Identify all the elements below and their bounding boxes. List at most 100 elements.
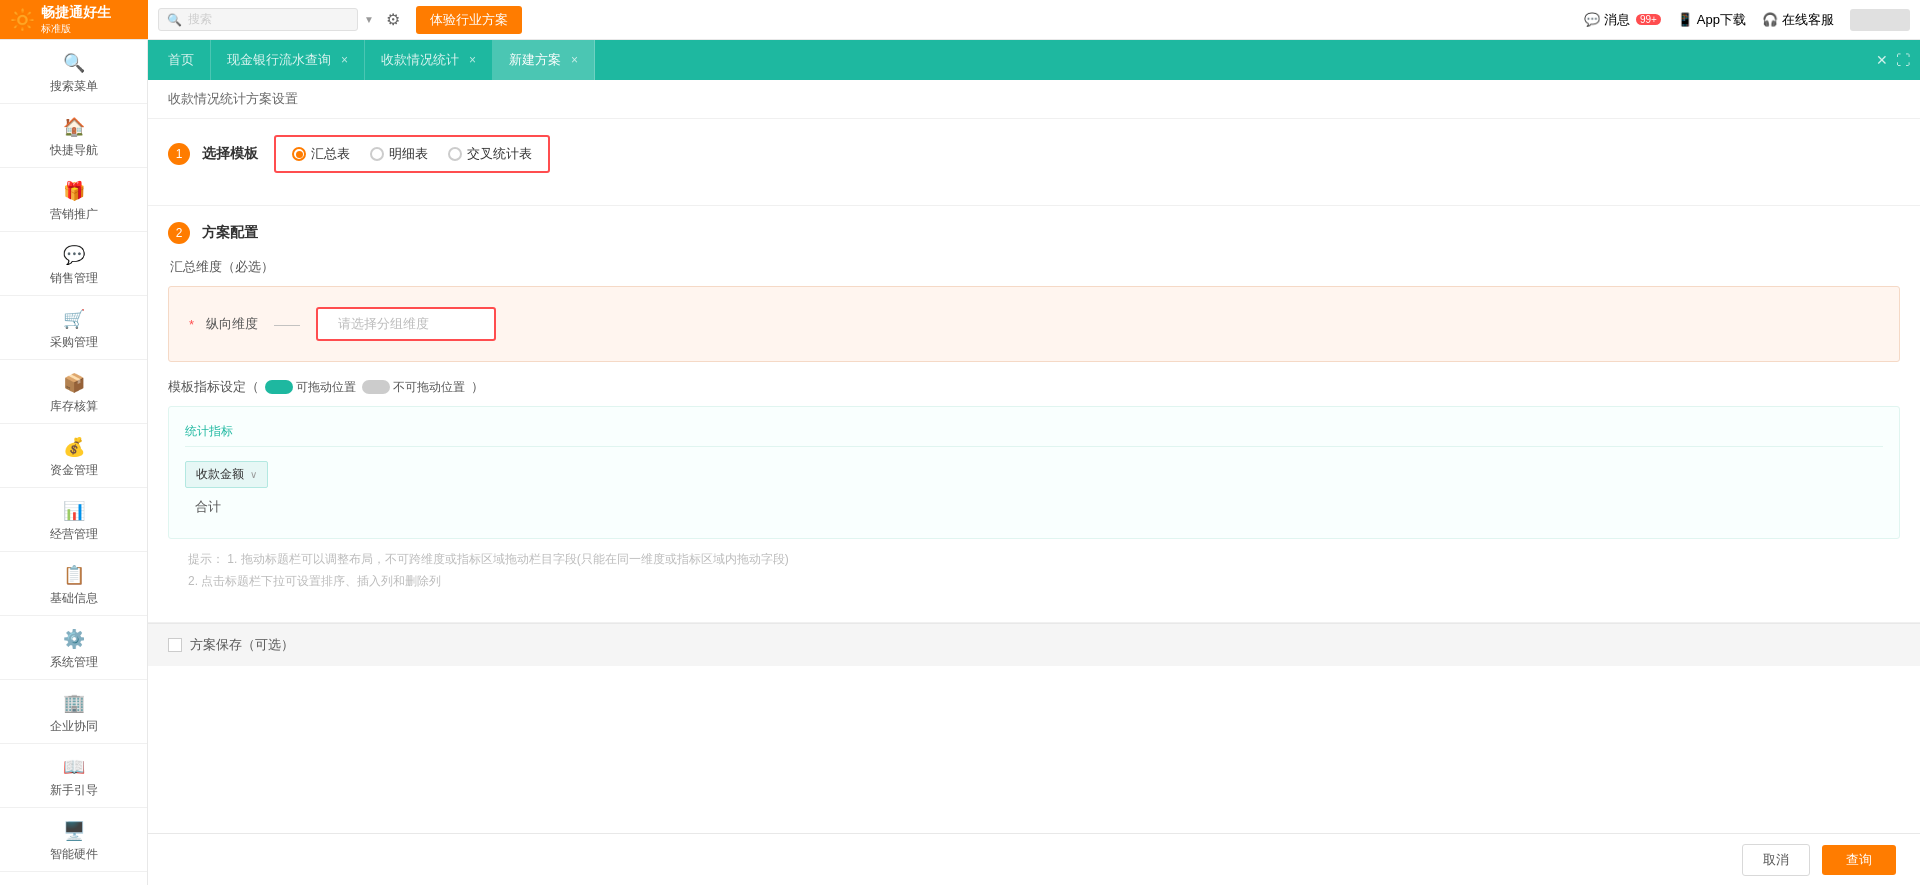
main-layout: 🔍 搜索菜单 🏠 快捷导航 🎁 营销推广 💬 销售管理 🛒 采购管理 📦 库存核… [0, 40, 1920, 885]
step1-circle: 1 [168, 143, 190, 165]
system-icon: ⚙️ [63, 628, 85, 650]
radio-cross[interactable]: 交叉统计表 [448, 145, 532, 163]
sidebar-item-enterprise[interactable]: 🏢 企业协同 [0, 680, 147, 744]
metric-tag-payment[interactable]: 收款金额 ∨ [185, 461, 268, 488]
metrics-hint-close: ） [471, 378, 484, 396]
sidebar-item-label: 采购管理 [50, 334, 98, 351]
search-bar[interactable]: 🔍 搜索 [158, 8, 358, 31]
toggle-fixed[interactable] [362, 380, 390, 394]
vertical-dimension-label: 纵向维度 [206, 315, 258, 333]
inventory-icon: 📦 [63, 372, 85, 394]
sidebar-item-wechat[interactable]: 💬 企业微信 [0, 872, 147, 885]
metric-total-row: 合计 [185, 492, 1883, 522]
service-icon: 🎧 [1762, 12, 1778, 27]
header-actions: 💬 消息 99+ 📱 App下载 🎧 在线客服 [1584, 9, 1910, 31]
download-label: App下载 [1697, 11, 1746, 29]
tab-expand-icon[interactable]: ⛶ [1896, 52, 1910, 68]
message-icon: 💬 [1584, 12, 1600, 27]
sidebar-item-label: 资金管理 [50, 462, 98, 479]
radio-dot-summary [292, 147, 306, 161]
app-download-button[interactable]: 📱 App下载 [1677, 11, 1746, 29]
tab-bar: 首页 现金银行流水查询 × 收款情况统计 × 新建方案 × ✕ ⛶ [148, 40, 1920, 80]
header-search: 🔍 搜索 ▼ ⚙ 体验行业方案 [158, 6, 1584, 34]
radio-summary[interactable]: 汇总表 [292, 145, 350, 163]
tip-line-1: 提示： 1. 拖动标题栏可以调整布局，不可跨维度或指标区域拖动栏目字段(只能在同… [188, 549, 1880, 571]
page-inner: 收款情况统计方案设置 1 选择模板 汇总表 [148, 80, 1920, 833]
finance-icon: 💰 [63, 436, 85, 458]
radio-dot-cross [448, 147, 462, 161]
sidebar-item-label: 搜索菜单 [50, 78, 98, 95]
sidebar-item-label: 系统管理 [50, 654, 98, 671]
toggle-movable[interactable] [265, 380, 293, 394]
bottom-bar: 取消 查询 [148, 833, 1920, 885]
tab-collection-stat[interactable]: 收款情况统计 × [365, 40, 493, 80]
messages-badge: 99+ [1636, 14, 1661, 25]
movable-label: 可拖动位置 [296, 379, 356, 396]
sidebar-item-finance[interactable]: 💰 资金管理 [0, 424, 147, 488]
metric-tag-row: 收款金额 ∨ [185, 457, 1883, 492]
operation-icon: 📊 [63, 500, 85, 522]
cancel-button[interactable]: 取消 [1742, 844, 1810, 876]
tab-bank-flow-close[interactable]: × [341, 53, 348, 67]
sidebar-item-marketing[interactable]: 🎁 营销推广 [0, 168, 147, 232]
trial-button[interactable]: 体验行业方案 [416, 6, 522, 34]
download-icon: 📱 [1677, 12, 1693, 27]
radio-group: 汇总表 明细表 交叉统计表 [292, 145, 532, 163]
quick-nav-icon: 🏠 [63, 116, 85, 138]
tab-collection-stat-label: 收款情况统计 [381, 51, 459, 69]
sidebar-item-system[interactable]: ⚙️ 系统管理 [0, 616, 147, 680]
fixed-label: 不可拖动位置 [393, 379, 465, 396]
radio-detail-label: 明细表 [389, 145, 428, 163]
dimension-select[interactable]: 请选择分组维度 [316, 307, 496, 341]
sidebar-item-quick-nav[interactable]: 🏠 快捷导航 [0, 104, 147, 168]
sidebar-item-search-menu[interactable]: 🔍 搜索菜单 [0, 40, 147, 104]
metrics-hint-row: 模板指标设定（ 可拖动位置 不可拖动位置 ） [168, 378, 1900, 396]
tab-close-icon[interactable]: ✕ [1876, 52, 1888, 68]
sales-icon: 💬 [63, 244, 85, 266]
fixed-hint: 不可拖动位置 [362, 379, 465, 396]
sidebar-item-purchase[interactable]: 🛒 采购管理 [0, 296, 147, 360]
gear-icon[interactable]: ⚙ [386, 10, 400, 29]
logo-icon: 🔆 [10, 8, 35, 32]
metrics-subtitle: 统计指标 [185, 423, 1883, 447]
total-label: 合计 [195, 498, 221, 516]
sidebar-item-label: 基础信息 [50, 590, 98, 607]
sidebar-item-inventory[interactable]: 📦 库存核算 [0, 360, 147, 424]
step1-section: 1 选择模板 汇总表 明细表 [148, 119, 1920, 205]
tab-home[interactable]: 首页 [148, 40, 211, 80]
step2-circle: 2 [168, 222, 190, 244]
online-service-button[interactable]: 🎧 在线客服 [1762, 11, 1834, 29]
save-label: 方案保存（可选） [190, 636, 294, 654]
tab-bank-flow[interactable]: 现金银行流水查询 × [211, 40, 365, 80]
movable-hint: 可拖动位置 [265, 379, 356, 396]
sidebar-item-label: 经营管理 [50, 526, 98, 543]
tab-collection-stat-close[interactable]: × [469, 53, 476, 67]
tab-new-scheme-close[interactable]: × [571, 53, 578, 67]
logo-sub: 标准版 [41, 22, 111, 36]
messages-button[interactable]: 💬 消息 99+ [1584, 11, 1661, 29]
sidebar: 🔍 搜索菜单 🏠 快捷导航 🎁 营销推广 💬 销售管理 🛒 采购管理 📦 库存核… [0, 40, 148, 885]
sidebar-item-label: 企业协同 [50, 718, 98, 735]
tab-new-scheme[interactable]: 新建方案 × [493, 40, 595, 80]
sidebar-item-label: 营销推广 [50, 206, 98, 223]
save-checkbox[interactable] [168, 638, 182, 652]
query-button[interactable]: 查询 [1822, 845, 1896, 875]
radio-detail[interactable]: 明细表 [370, 145, 428, 163]
sidebar-item-guide[interactable]: 📖 新手引导 [0, 744, 147, 808]
save-option: 方案保存（可选） [148, 623, 1920, 666]
dropdown-arrow-icon[interactable]: ▼ [364, 14, 374, 25]
radio-dot-detail [370, 147, 384, 161]
sidebar-item-sales[interactable]: 💬 销售管理 [0, 232, 147, 296]
hardware-icon: 🖥️ [63, 820, 85, 842]
metrics-section: 模板指标设定（ 可拖动位置 不可拖动位置 ） [168, 378, 1900, 539]
sidebar-item-hardware[interactable]: 🖥️ 智能硬件 [0, 808, 147, 872]
content-area: 首页 现金银行流水查询 × 收款情况统计 × 新建方案 × ✕ ⛶ [148, 40, 1920, 885]
sidebar-item-operation[interactable]: 📊 经营管理 [0, 488, 147, 552]
search-placeholder: 搜索 [188, 11, 212, 28]
arrow-separator: —— [274, 317, 300, 332]
sidebar-item-label: 库存核算 [50, 398, 98, 415]
user-avatar[interactable] [1850, 9, 1910, 31]
tips-area: 提示： 1. 拖动标题栏可以调整布局，不可跨维度或指标区域拖动栏目字段(只能在同… [168, 539, 1900, 602]
step2-label: 方案配置 [202, 224, 258, 242]
sidebar-item-basic-info[interactable]: 📋 基础信息 [0, 552, 147, 616]
